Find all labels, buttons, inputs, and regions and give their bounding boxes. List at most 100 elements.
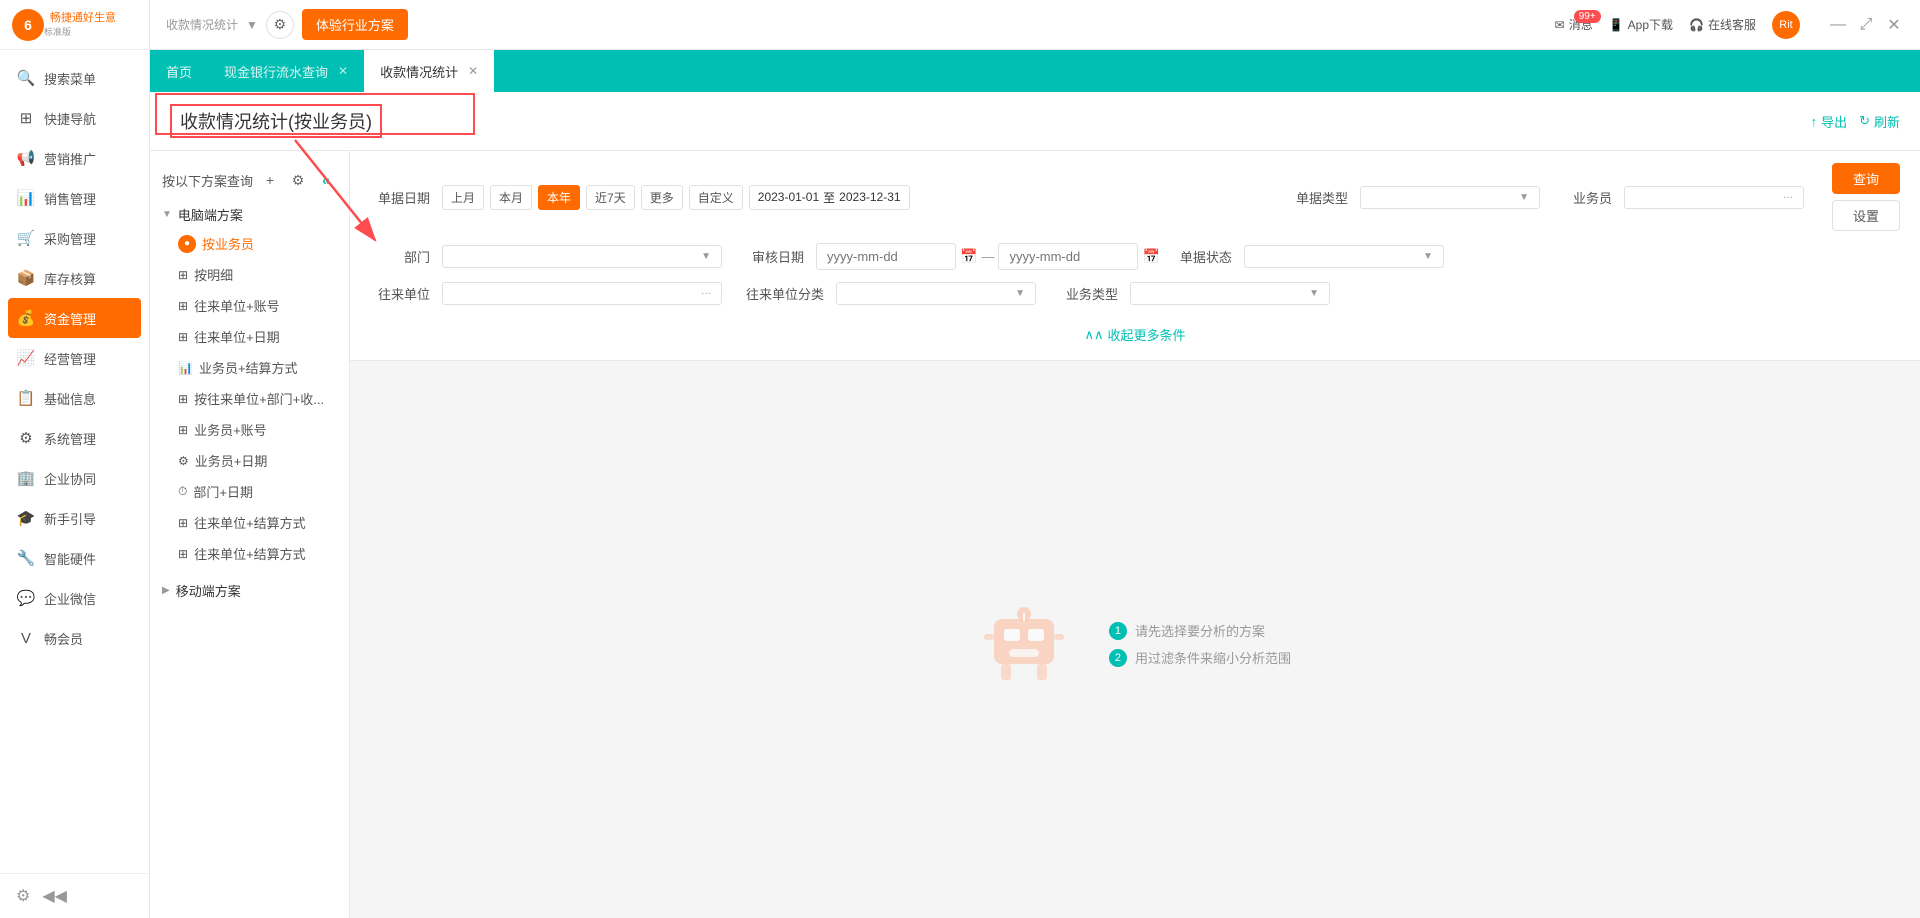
tab-receipt-stats-close[interactable]: ✕: [468, 64, 478, 78]
calendar-from-icon[interactable]: 📅: [960, 248, 977, 265]
tab-bank-flow[interactable]: 现金银行流水查询 ✕: [208, 50, 364, 92]
scheme-item-partner-payment2[interactable]: ⊞ 往来单位+结算方式: [150, 538, 349, 569]
partner-category-select[interactable]: ▼: [836, 282, 1036, 305]
date-range[interactable]: 2023-01-01 至 2023-12-31: [749, 185, 910, 210]
sidebar-item-enterprise[interactable]: 🏢企业协同: [0, 458, 149, 498]
date-dash: —: [981, 249, 994, 264]
date-btn-last-month[interactable]: 上月: [442, 185, 484, 210]
scheme-item-partner-payment1[interactable]: ⊞ 往来单位+结算方式: [150, 507, 349, 538]
page-header: 收款情况统计(按业务员) ↑ 导出 ↻ 刷新: [150, 92, 1920, 151]
sidebar-item-label: 新手引导: [44, 509, 96, 528]
sidebar-collapse-icon[interactable]: ◀◀: [42, 886, 67, 906]
sidebar-item-finance[interactable]: 💰资金管理: [8, 298, 141, 338]
sidebar-item-hardware[interactable]: 🔧智能硬件: [0, 538, 149, 578]
messages-btn[interactable]: ✉ 消息 99+: [1555, 16, 1593, 33]
sidebar-item-member[interactable]: V畅会员: [0, 618, 149, 658]
salesperson-label: 业务员: [1552, 188, 1612, 207]
doc-type-select[interactable]: ▼: [1360, 186, 1540, 209]
topbar-settings-btn[interactable]: ⚙: [266, 11, 294, 39]
partner-select[interactable]: ···: [442, 282, 722, 305]
desktop-scheme-header[interactable]: ▼ 电脑端方案: [150, 201, 349, 228]
date-btn-this-month[interactable]: 本月: [490, 185, 532, 210]
minimize-btn[interactable]: —: [1828, 15, 1848, 35]
scheme-settings-btn[interactable]: ⚙: [287, 169, 309, 191]
quick-nav-icon: ⊞: [16, 108, 36, 128]
hardware-icon: 🔧: [16, 548, 36, 568]
collapse-panel-btn[interactable]: «: [315, 169, 337, 191]
sidebar-item-wechat[interactable]: 💬企业微信: [0, 578, 149, 618]
marketing-icon: 📢: [16, 148, 36, 168]
partner-payment1-icon: ⊞: [178, 516, 188, 530]
enterprise-icon: 🏢: [16, 468, 36, 488]
tab-home[interactable]: 首页: [150, 50, 208, 92]
settings-btn[interactable]: 设置: [1832, 200, 1900, 231]
calendar-to-icon[interactable]: 📅: [1142, 248, 1159, 265]
sidebar-item-operation[interactable]: 📈经营管理: [0, 338, 149, 378]
scheme-item-by-detail[interactable]: ⊞ 按明细: [150, 259, 349, 290]
doc-type-label: 单据类型: [1288, 188, 1348, 207]
sales-icon: 📊: [16, 188, 36, 208]
scheme-item-by-salesperson[interactable]: ● 按业务员: [150, 228, 349, 259]
refresh-btn[interactable]: ↻ 刷新: [1859, 112, 1900, 131]
guide-icon: 🎓: [16, 508, 36, 528]
date-btn-custom[interactable]: 自定义: [689, 185, 743, 210]
salesperson-select[interactable]: ···: [1624, 186, 1804, 209]
date-range-sep: 至: [823, 189, 835, 206]
sidebar-item-system[interactable]: ⚙系统管理: [0, 418, 149, 458]
export-btn[interactable]: ↑ 导出: [1811, 112, 1848, 131]
sidebar-item-label: 营销推广: [44, 149, 96, 168]
scheme-item-salesperson-payment[interactable]: 📊 业务员+结算方式: [150, 352, 349, 383]
date-btn-this-year[interactable]: 本年: [538, 185, 580, 210]
tab-bank-flow-close[interactable]: ✕: [338, 64, 348, 78]
date-btn-more[interactable]: 更多: [641, 185, 683, 210]
business-type-select[interactable]: ▼: [1130, 282, 1330, 305]
app-download-btn[interactable]: 📱 App下载: [1609, 16, 1673, 33]
mobile-scheme-header[interactable]: ▶ 移动端方案: [150, 577, 349, 604]
add-scheme-btn[interactable]: +: [259, 169, 281, 191]
sidebar-item-guide[interactable]: 🎓 新手引导: [0, 498, 149, 538]
maximize-btn[interactable]: ⤢: [1856, 15, 1876, 35]
refresh-label: 刷新: [1874, 112, 1900, 131]
scheme-item-dept-date[interactable]: ⏱ 部门+日期: [150, 476, 349, 507]
sidebar-item-marketing[interactable]: 📢 营销推广: [0, 138, 149, 178]
scheme-item-salesperson-date[interactable]: ⚙ 业务员+日期: [150, 445, 349, 476]
query-btn[interactable]: 查询: [1832, 163, 1900, 194]
scheme-item-partner-date[interactable]: ⊞ 往来单位+日期: [150, 321, 349, 352]
operation-icon: 📈: [16, 348, 36, 368]
close-btn[interactable]: ✕: [1884, 15, 1904, 35]
partner-account-icon: ⊞: [178, 299, 188, 313]
partner-date-icon: ⊞: [178, 330, 188, 344]
refresh-icon: ↻: [1859, 113, 1870, 129]
sidebar-item-basic[interactable]: 📋基础信息: [0, 378, 149, 418]
review-date-to[interactable]: [998, 243, 1138, 270]
desktop-scheme-label: 电脑端方案: [178, 205, 243, 224]
sidebar-item-inventory[interactable]: 📦库存核算: [0, 258, 149, 298]
sidebar-item-sales[interactable]: 📊销售管理: [0, 178, 149, 218]
scheme-item-partner-account[interactable]: ⊞ 往来单位+账号: [150, 290, 349, 321]
export-label: 导出: [1821, 112, 1847, 131]
right-panel: 单据日期 上月 本月 本年 近7天 更多 自定义 2023-01-01 至 20: [350, 151, 1920, 918]
partner-dots: ···: [701, 288, 711, 299]
user-avatar[interactable]: Rit: [1772, 11, 1800, 39]
left-panel: 按以下方案查询 + ⚙ « ▼ 电脑端方案 ● 按业务员: [150, 151, 350, 918]
scheme-item-partner-dept[interactable]: ⊞ 按往来单位+部门+收...: [150, 383, 349, 414]
collapse-btn[interactable]: ∧∧ 收起更多条件: [370, 317, 1900, 348]
tab-receipt-stats[interactable]: 收款情况统计 ✕: [364, 50, 494, 92]
scheme-item-salesperson-account[interactable]: ⊞ 业务员+账号: [150, 414, 349, 445]
dept-select[interactable]: ▼: [442, 245, 722, 268]
collapse-label: 收起更多条件: [1108, 325, 1186, 344]
sidebar-item-quick-nav[interactable]: ⊞快捷导航: [0, 98, 149, 138]
topbar-left: 收款情况统计 ▼ ⚙ 体验行业方案: [166, 9, 1543, 40]
sidebar-settings-icon[interactable]: ⚙: [16, 886, 30, 906]
sidebar-item-purchase[interactable]: 🛒采购管理: [0, 218, 149, 258]
online-service-btn[interactable]: 🎧 在线客服: [1689, 16, 1756, 33]
partner-dept-icon: ⊞: [178, 392, 188, 406]
panel-header-label: 按以下方案查询: [162, 171, 253, 190]
sidebar-item-search[interactable]: 🔍搜索菜单: [0, 58, 149, 98]
review-date-from[interactable]: [816, 243, 956, 270]
trial-btn[interactable]: 体验行业方案: [302, 9, 408, 40]
export-icon: ↑: [1811, 114, 1818, 129]
doc-status-select[interactable]: ▼: [1244, 245, 1444, 268]
date-btn-7days[interactable]: 近7天: [586, 185, 635, 210]
salesperson-payment-icon: 📊: [178, 361, 193, 375]
